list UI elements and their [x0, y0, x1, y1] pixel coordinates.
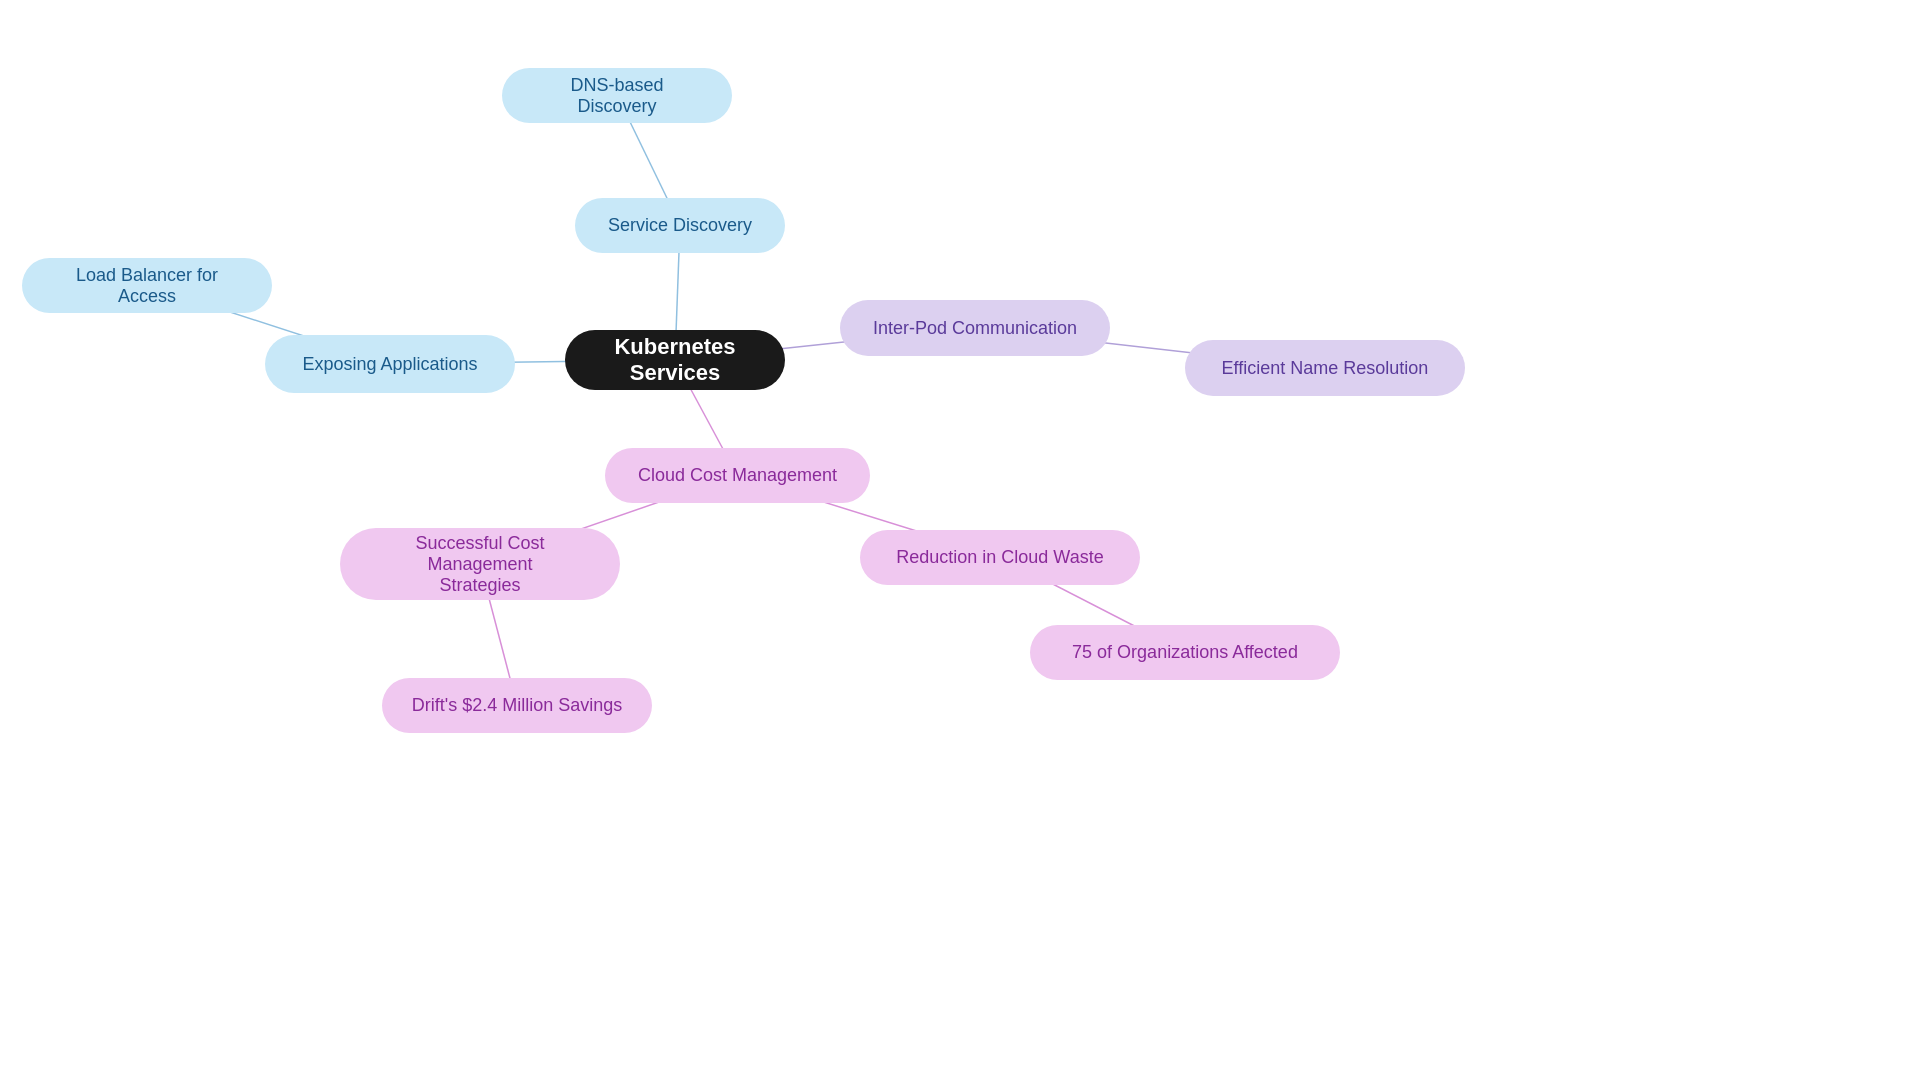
orgs-affected-label: 75 of Organizations Affected [1072, 642, 1298, 663]
reduction-cloud-node[interactable]: Reduction in Cloud Waste [860, 530, 1140, 585]
drifts-savings-node[interactable]: Drift's $2.4 Million Savings [382, 678, 652, 733]
drifts-savings-label: Drift's $2.4 Million Savings [412, 695, 623, 716]
cost-strategies-node[interactable]: Successful Cost Management Strategies [340, 528, 620, 600]
service-discovery-label: Service Discovery [608, 215, 752, 236]
load-balancer-label: Load Balancer for Access [50, 265, 244, 307]
efficient-name-label: Efficient Name Resolution [1222, 358, 1429, 379]
inter-pod-node[interactable]: Inter-Pod Communication [840, 300, 1110, 356]
load-balancer-node[interactable]: Load Balancer for Access [22, 258, 272, 313]
reduction-cloud-label: Reduction in Cloud Waste [896, 547, 1103, 568]
dns-discovery-label: DNS-based Discovery [530, 75, 704, 117]
dns-discovery-node[interactable]: DNS-based Discovery [502, 68, 732, 123]
service-discovery-node[interactable]: Service Discovery [575, 198, 785, 253]
center-node-label: Kubernetes Services [605, 334, 745, 386]
cost-strategies-label: Successful Cost Management Strategies [368, 533, 592, 596]
exposing-applications-label: Exposing Applications [302, 354, 477, 375]
center-node[interactable]: Kubernetes Services [565, 330, 785, 390]
inter-pod-label: Inter-Pod Communication [873, 318, 1077, 339]
efficient-name-node[interactable]: Efficient Name Resolution [1185, 340, 1465, 396]
exposing-applications-node[interactable]: Exposing Applications [265, 335, 515, 393]
cloud-cost-label: Cloud Cost Management [638, 465, 837, 486]
orgs-affected-node[interactable]: 75 of Organizations Affected [1030, 625, 1340, 680]
cloud-cost-node[interactable]: Cloud Cost Management [605, 448, 870, 503]
